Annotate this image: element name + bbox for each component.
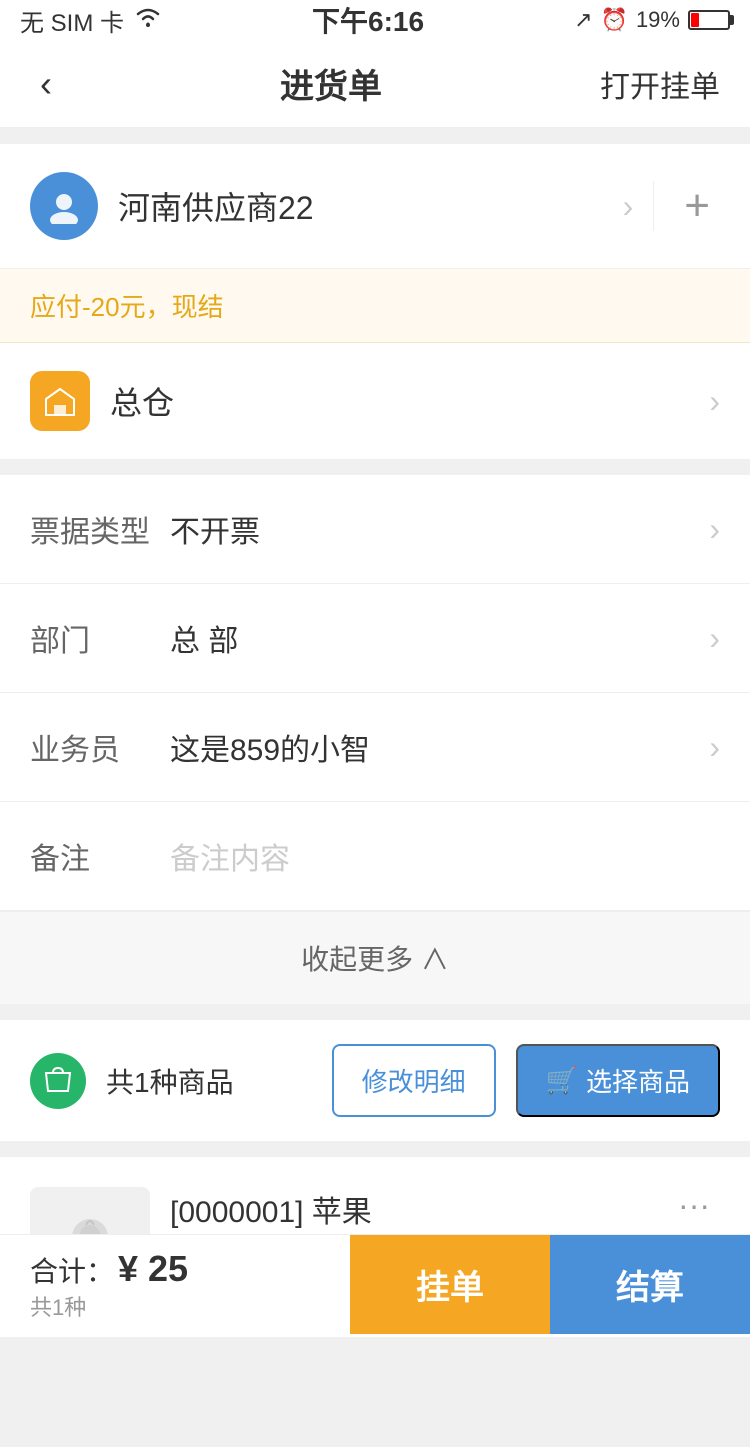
- ticket-type-row[interactable]: 票据类型 不开票 ›: [0, 475, 750, 584]
- status-bar: 无 SIM 卡 下午6:16 ↗ ⏰ 19%: [0, 0, 750, 40]
- total-count: 共1种: [30, 1290, 320, 1322]
- product-header: 共1种商品 修改明细 🛒 选择商品: [0, 1020, 750, 1141]
- select-product-icon: 🛒: [546, 1065, 578, 1096]
- warehouse-card: 总仓 ›: [0, 343, 750, 459]
- status-carrier-area: 无 SIM 卡: [20, 3, 162, 38]
- product-header-card: 共1种商品 修改明细 🛒 选择商品: [0, 1020, 750, 1141]
- supplier-name: 河南供应商22: [118, 183, 623, 229]
- bottom-bar: 合计： ¥ 25 共1种 挂单 结算: [0, 1234, 750, 1334]
- remark-input[interactable]: 备注内容: [170, 834, 720, 878]
- collapse-button[interactable]: 收起更多 ∧: [0, 911, 750, 1004]
- product-name: [0000001] 苹果: [170, 1187, 648, 1231]
- department-chevron-icon: ›: [709, 620, 720, 657]
- add-button[interactable]: +: [674, 181, 720, 231]
- form-card: 票据类型 不开票 › 部门 总 部 › 业务员 这是859的小智 › 备注 备注…: [0, 475, 750, 1004]
- status-right-area: ↗ ⏰ 19%: [574, 7, 730, 33]
- department-row[interactable]: 部门 总 部 ›: [0, 584, 750, 693]
- total-amount: ¥ 25: [118, 1248, 188, 1290]
- salesman-row[interactable]: 业务员 这是859的小智 ›: [0, 693, 750, 802]
- wifi-icon: [134, 6, 162, 35]
- warehouse-name: 总仓: [110, 378, 709, 424]
- select-product-button[interactable]: 🛒 选择商品: [516, 1044, 720, 1117]
- page-title: 进货单: [280, 59, 382, 108]
- location-icon: ↗: [574, 7, 592, 33]
- salesman-value: 这是859的小智: [170, 725, 709, 769]
- product-title: 苹果: [312, 1196, 372, 1229]
- product-count: 共1种商品: [106, 1061, 312, 1101]
- back-button[interactable]: ‹: [30, 53, 62, 115]
- salesman-chevron-icon: ›: [709, 729, 720, 766]
- product-icon: [30, 1053, 86, 1109]
- warehouse-row[interactable]: 总仓 ›: [0, 343, 750, 459]
- battery-icon: [688, 10, 730, 30]
- checkout-button[interactable]: 结算: [550, 1235, 750, 1334]
- total-label: 合计：: [30, 1250, 114, 1290]
- supplier-chevron-icon: ›: [623, 188, 634, 225]
- carrier-label: 无 SIM 卡: [20, 3, 124, 38]
- ticket-type-value: 不开票: [170, 507, 709, 551]
- hang-button[interactable]: 挂单: [350, 1235, 550, 1334]
- notice-text: 应付-20元，现结: [30, 292, 224, 322]
- divider: [653, 181, 654, 231]
- product-code: [0000001]: [170, 1196, 312, 1229]
- supplier-card: 河南供应商22 › + 应付-20元，现结: [0, 144, 750, 343]
- total-section: 合计： ¥ 25 共1种: [0, 1235, 350, 1334]
- remark-label: 备注: [30, 834, 170, 878]
- supplier-row[interactable]: 河南供应商22 › +: [0, 144, 750, 269]
- salesman-label: 业务员: [30, 725, 170, 769]
- department-label: 部门: [30, 616, 170, 660]
- status-time: 下午6:16: [312, 0, 424, 40]
- ticket-type-chevron-icon: ›: [709, 511, 720, 548]
- department-value: 总 部: [170, 616, 709, 660]
- alarm-icon: ⏰: [601, 7, 628, 33]
- remark-row[interactable]: 备注 备注内容: [0, 802, 750, 911]
- warehouse-chevron-icon: ›: [709, 383, 720, 420]
- ticket-type-label: 票据类型: [30, 507, 170, 551]
- open-hang-button[interactable]: 打开挂单: [600, 62, 720, 106]
- warehouse-icon: [30, 371, 90, 431]
- edit-detail-button[interactable]: 修改明细: [332, 1044, 496, 1117]
- select-product-label: 选择商品: [586, 1062, 690, 1099]
- product-more-button[interactable]: ···: [668, 1187, 720, 1224]
- battery-label: 19%: [636, 7, 680, 33]
- nav-bar: ‹ 进货单 打开挂单: [0, 40, 750, 128]
- notice-bar: 应付-20元，现结: [0, 269, 750, 343]
- supplier-avatar: [30, 172, 98, 240]
